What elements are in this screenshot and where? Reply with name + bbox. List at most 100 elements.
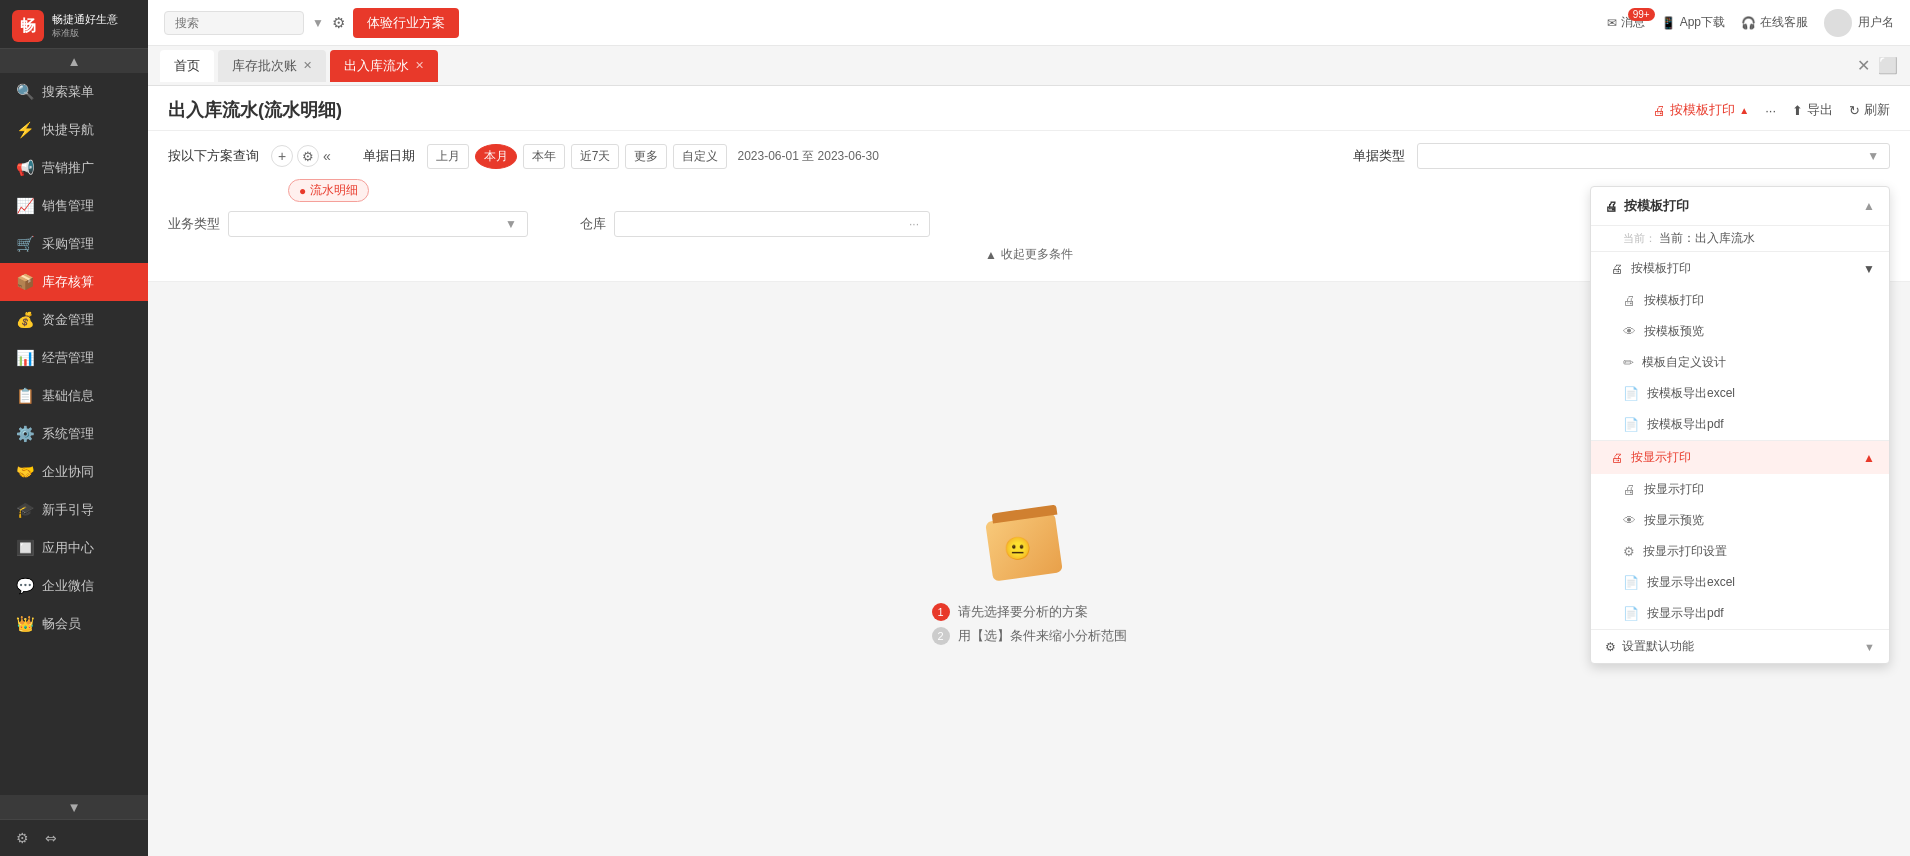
print-template-btn[interactable]: 🖨 按模板打印 ▲ — [1653, 101, 1749, 119]
template-custom-item[interactable]: ✏ 模板自定义设计 — [1591, 347, 1889, 378]
user-menu[interactable]: 用户名 — [1824, 9, 1894, 37]
tab-home[interactable]: 首页 — [160, 50, 214, 82]
printer-header-icon: 🖨 — [1605, 199, 1618, 214]
sidebar-item-member[interactable]: 👑 畅会员 — [0, 605, 148, 643]
chevron-up-icon: ▲ — [985, 248, 997, 262]
page-header: 出入库流水(流水明细) 🖨 按模板打印 ▲ ··· ⬆ 导出 ↻ 刷新 — [148, 86, 1910, 131]
service-btn[interactable]: 🎧 在线客服 — [1741, 14, 1808, 31]
warehouse-more-icon: ··· — [909, 217, 919, 231]
close-batch-tab[interactable]: ✕ — [303, 59, 312, 72]
topbar: ▼ ⚙ 体验行业方案 ✉ 消息 99+ 📱 App下载 🎧 在线客服 用户名 — [148, 0, 1910, 46]
refresh-icon: ↻ — [1849, 103, 1860, 118]
date-more-btn[interactable]: 更多 — [625, 144, 667, 169]
topbar-search-input[interactable] — [164, 11, 304, 35]
sidebar-item-wechat[interactable]: 💬 企业微信 — [0, 567, 148, 605]
trial-btn[interactable]: 体验行业方案 — [353, 8, 459, 38]
date-this-year-btn[interactable]: 本年 — [523, 144, 565, 169]
export-btn[interactable]: ⬆ 导出 — [1792, 101, 1833, 119]
filter-add-btn[interactable]: + — [271, 145, 293, 167]
template-preview-item[interactable]: 👁 按模板预览 — [1591, 316, 1889, 347]
tab-flow[interactable]: 出入库流水 ✕ — [330, 50, 438, 82]
sidebar-scroll-up[interactable]: ▲ — [0, 49, 148, 73]
sidebar-item-shortcut[interactable]: ⚡ 快捷导航 — [0, 111, 148, 149]
maximize-btn[interactable]: ⬜ — [1878, 56, 1898, 75]
display-section-chevron-icon[interactable]: ▲ — [1863, 451, 1875, 465]
phone-icon: 📱 — [1661, 16, 1676, 30]
member-icon: 👑 — [16, 615, 34, 633]
dropdown-header[interactable]: 🖨 按模板打印 ▲ — [1591, 187, 1889, 226]
app-download-btn[interactable]: 📱 App下载 — [1661, 14, 1725, 31]
tabbar: 首页 库存批次账 ✕ 出入库流水 ✕ ✕ ⬜ — [148, 46, 1910, 86]
sidebar-item-appcenter[interactable]: 🔲 应用中心 — [0, 529, 148, 567]
template-custom-icon: ✏ — [1623, 355, 1634, 370]
operation-icon: 📊 — [16, 349, 34, 367]
template-print-section-header[interactable]: 🖨 按模板打印 ▼ — [1591, 252, 1889, 285]
date-7days-btn[interactable]: 近7天 — [571, 144, 620, 169]
finance-icon: 💰 — [16, 311, 34, 329]
doc-type-select[interactable]: ▼ — [1417, 143, 1890, 169]
topbar-left: ▼ ⚙ 体验行业方案 — [164, 8, 1595, 38]
more-actions-btn[interactable]: ··· — [1765, 103, 1776, 118]
warehouse-label: 仓库 — [580, 215, 606, 233]
empty-steps: 1 请先选择要分析的方案 2 用【选】条件来缩小分析范围 — [932, 603, 1127, 651]
date-custom-btn[interactable]: 自定义 — [673, 144, 727, 169]
logo-icon: 畅 — [12, 10, 44, 42]
display-print-item[interactable]: 🖨 按显示打印 — [1591, 474, 1889, 505]
template-section-chevron-icon[interactable]: ▼ — [1863, 262, 1875, 276]
export-icon: ⬆ — [1792, 103, 1803, 118]
dropdown-template-section: 🖨 按模板打印 ▼ 🖨 按模板打印 👁 按模板预览 ✏ 模板自定义设计 — [1591, 252, 1889, 441]
biz-type-input[interactable]: ▼ — [228, 211, 528, 237]
display-preview-item[interactable]: 👁 按显示预览 — [1591, 505, 1889, 536]
message-btn[interactable]: ✉ 消息 99+ — [1607, 14, 1645, 31]
doc-type-chevron-icon: ▼ — [1867, 149, 1879, 163]
settings-footer-icon: ⚙ — [1605, 640, 1616, 654]
date-range: 2023-06-01 至 2023-06-30 — [737, 148, 878, 165]
display-print-section-header[interactable]: 🖨 按显示打印 ▲ — [1591, 441, 1889, 474]
topbar-chevron-icon[interactable]: ▼ — [312, 16, 324, 30]
warehouse-input[interactable]: ··· — [614, 211, 930, 237]
refresh-btn[interactable]: ↻ 刷新 — [1849, 101, 1890, 119]
sidebar-item-system[interactable]: ⚙️ 系统管理 — [0, 415, 148, 453]
display-export-pdf-item[interactable]: 📄 按显示导出pdf — [1591, 598, 1889, 629]
sidebar-item-purchase[interactable]: 🛒 采购管理 — [0, 225, 148, 263]
template-export-pdf-item[interactable]: 📄 按模板导出pdf — [1591, 409, 1889, 440]
filter-set-btn[interactable]: ⚙ — [297, 145, 319, 167]
sidebar-item-finance[interactable]: 💰 资金管理 — [0, 301, 148, 339]
sidebar-item-collab[interactable]: 🤝 企业协同 — [0, 453, 148, 491]
display-export-excel-item[interactable]: 📄 按显示导出excel — [1591, 567, 1889, 598]
sidebar-item-sales[interactable]: 📈 销售管理 — [0, 187, 148, 225]
empty-illustration: 😐 — [979, 487, 1079, 587]
filter-collapse-btn[interactable]: « — [323, 148, 331, 164]
marketing-icon: 📢 — [16, 159, 34, 177]
topbar-gear-icon[interactable]: ⚙ — [332, 14, 345, 32]
sidebar-item-marketing[interactable]: 📢 营销推广 — [0, 149, 148, 187]
date-current-month-btn[interactable]: 本月 — [475, 144, 517, 169]
display-print-setting-item[interactable]: ⚙ 按显示打印设置 — [1591, 536, 1889, 567]
sidebar-item-search[interactable]: 🔍 搜索菜单 — [0, 73, 148, 111]
settings-bottom-btn[interactable]: ⚙ — [16, 830, 29, 846]
sidebar-item-basic[interactable]: 📋 基础信息 — [0, 377, 148, 415]
filter-chip-liushuimingxi[interactable]: ● 流水明细 — [288, 179, 369, 202]
dropdown-collapse-icon[interactable]: ▲ — [1863, 199, 1875, 213]
sidebar-item-guide[interactable]: 🎓 新手引导 — [0, 491, 148, 529]
sidebar-item-inventory[interactable]: 📦 库存核算 — [0, 263, 148, 301]
template-preview-icon: 👁 — [1623, 324, 1636, 339]
filter-section-label: 按以下方案查询 — [168, 147, 259, 165]
sidebar-scroll-down[interactable]: ▼ — [0, 795, 148, 819]
footer-chevron-icon[interactable]: ▼ — [1864, 641, 1875, 653]
biz-type-label: 业务类型 — [168, 215, 220, 233]
display-preview-icon: 👁 — [1623, 513, 1636, 528]
template-print-item[interactable]: 🖨 按模板打印 — [1591, 285, 1889, 316]
collapse-sidebar-btn[interactable]: ⇔ — [45, 830, 57, 846]
tab-batch[interactable]: 库存批次账 ✕ — [218, 50, 326, 82]
collab-icon: 🤝 — [16, 463, 34, 481]
close-all-tabs-btn[interactable]: ✕ — [1857, 56, 1870, 75]
close-flow-tab[interactable]: ✕ — [415, 59, 424, 72]
date-last-month-btn[interactable]: 上月 — [427, 144, 469, 169]
system-icon: ⚙️ — [16, 425, 34, 443]
dropdown-footer[interactable]: ⚙ 设置默认功能 ▼ — [1591, 630, 1889, 663]
main-area: ▼ ⚙ 体验行业方案 ✉ 消息 99+ 📱 App下载 🎧 在线客服 用户名 — [148, 0, 1910, 856]
dropdown-display-section: 🖨 按显示打印 ▲ 🖨 按显示打印 👁 按显示预览 ⚙ 按显示打印设置 — [1591, 441, 1889, 630]
template-export-excel-item[interactable]: 📄 按模板导出excel — [1591, 378, 1889, 409]
sidebar-item-operation[interactable]: 📊 经营管理 — [0, 339, 148, 377]
